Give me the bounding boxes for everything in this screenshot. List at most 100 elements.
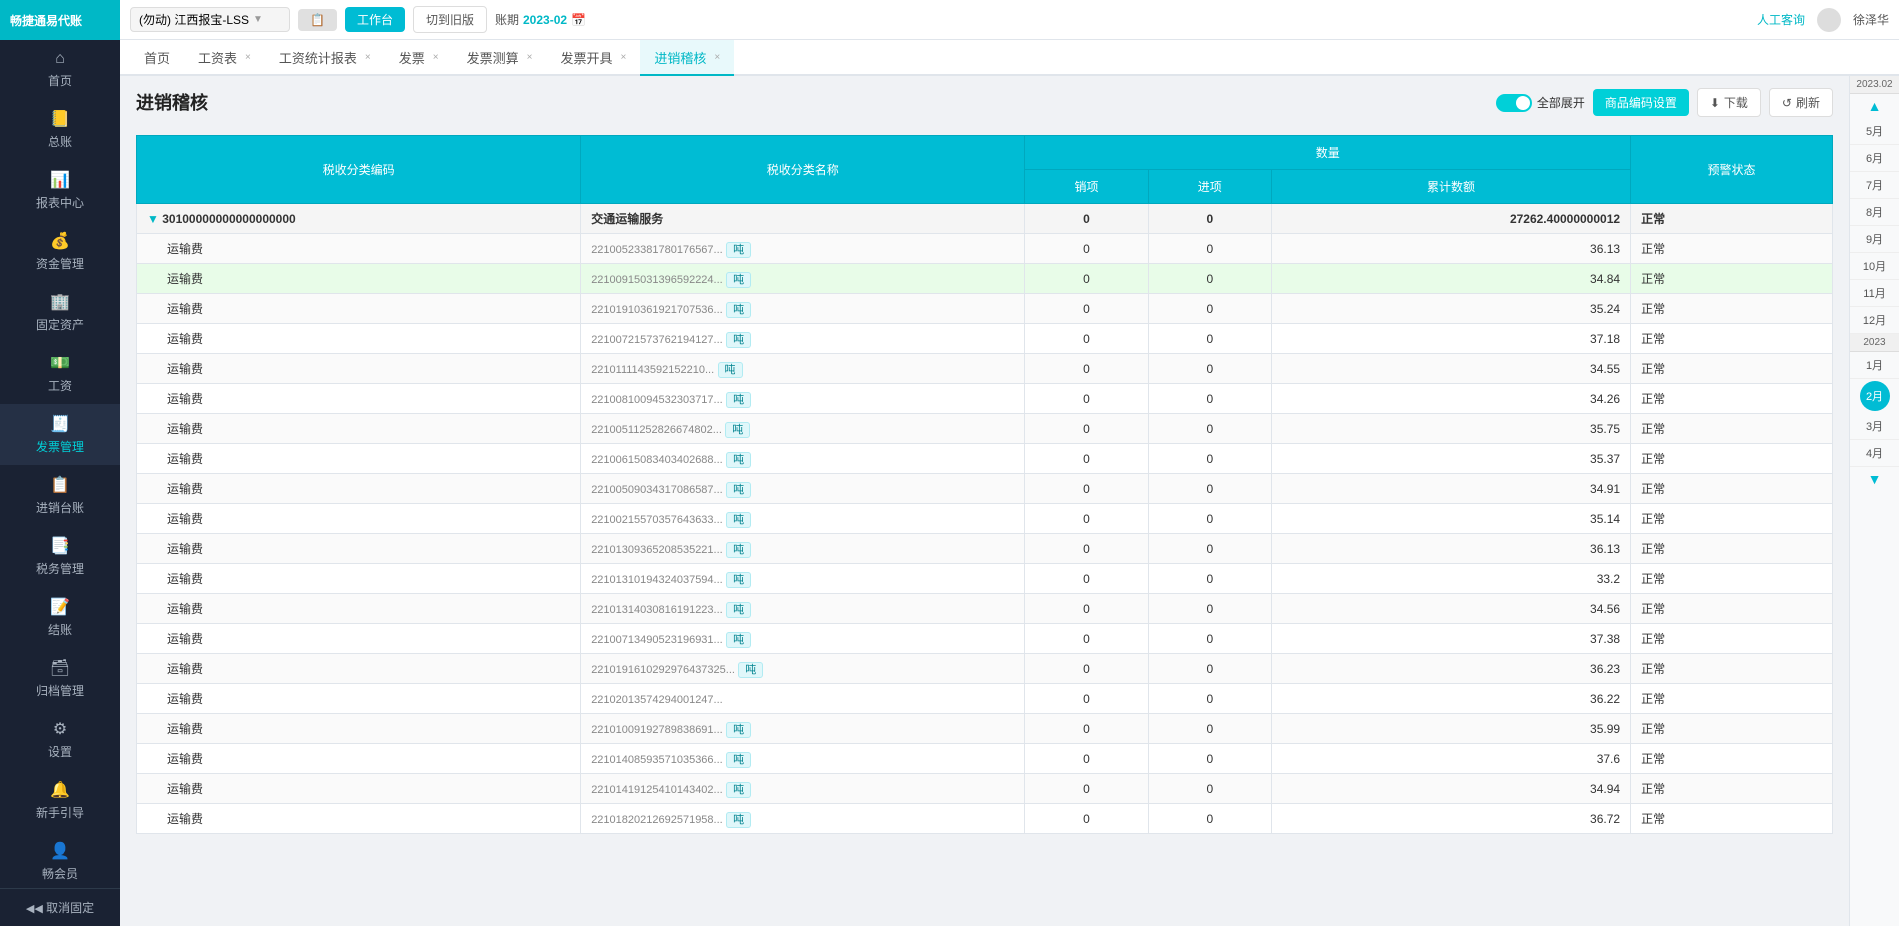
cal-month-11月[interactable]: 11月 (1850, 280, 1899, 307)
tab-0[interactable]: 首页 (130, 40, 184, 76)
tab-close-5[interactable]: × (620, 52, 626, 63)
download-button[interactable]: ⬇ 下载 (1697, 88, 1761, 117)
cal-nav-up[interactable]: ▲ (1868, 98, 1882, 114)
tag-btn[interactable]: 吨 (726, 242, 751, 258)
tab-close-1[interactable]: × (245, 52, 251, 63)
tab-close-2[interactable]: × (365, 52, 371, 63)
sidebar-item-reports[interactable]: 📊报表中心 (0, 160, 120, 221)
workbench-button[interactable]: 工作台 (345, 7, 405, 32)
sidebar-item-settings[interactable]: ⚙设置 (0, 709, 120, 770)
tab-close-6[interactable]: × (714, 52, 720, 63)
data-table: 税收分类编码 税收分类名称 数量 预警状态 销项 进项 累计数额 ▼ 30100… (136, 135, 1833, 834)
tag-btn[interactable]: 吨 (726, 452, 751, 468)
cell-name: 运输费 (137, 564, 581, 594)
toolbar: 全部展开 商品编码设置 ⬇ 下载 ↺ 刷新 (1496, 88, 1833, 117)
tag-btn[interactable]: 吨 (725, 422, 750, 438)
cal-month-9月[interactable]: 9月 (1850, 226, 1899, 253)
cell-cumulative: 36.22 (1271, 684, 1630, 714)
tab-close-4[interactable]: × (527, 52, 533, 63)
cell-purchase: 0 (1148, 474, 1271, 504)
tag-btn[interactable]: 吨 (726, 722, 751, 738)
cell-sales: 0 (1025, 534, 1148, 564)
cell-name: 运输费 (137, 444, 581, 474)
tag-btn[interactable]: 吨 (738, 662, 763, 678)
tag-btn[interactable]: 吨 (726, 602, 751, 618)
tab-6[interactable]: 进销稽核× (640, 40, 734, 76)
sidebar-item-fixed-assets[interactable]: 🏢固定资产 (0, 282, 120, 343)
cal-nav-down[interactable]: ▼ (1868, 471, 1882, 487)
sidebar-item-settlement[interactable]: 📝结账 (0, 587, 120, 648)
cell-name: 运输费 (137, 714, 581, 744)
tab-label-0: 首页 (144, 48, 170, 67)
tag-btn[interactable]: 吨 (726, 302, 751, 318)
tag-btn[interactable]: 吨 (726, 272, 751, 288)
cal-month-10月[interactable]: 10月 (1850, 253, 1899, 280)
archive-icon: 🗃 (50, 658, 70, 678)
cell-status: 正常 (1631, 774, 1833, 804)
tag-btn[interactable]: 吨 (726, 632, 751, 648)
tab-2[interactable]: 工资统计报表× (265, 40, 385, 76)
table-row: 运输费 2210131403081619122​3... 吨 0 0 34.56… (137, 594, 1833, 624)
tag-btn[interactable]: 吨 (726, 812, 751, 828)
toggle-track[interactable] (1496, 94, 1532, 112)
cell-purchase: 0 (1148, 264, 1271, 294)
refresh-button[interactable]: ↺ 刷新 (1769, 88, 1833, 117)
cell-invoice-code: 2210051125282667480​2... 吨 (581, 414, 1025, 444)
table-row: 运输费 2210140859357103536​6... 吨 0 0 37.6 … (137, 744, 1833, 774)
tab-1[interactable]: 工资表× (184, 40, 265, 76)
settings-button[interactable]: 商品编码设置 (1593, 89, 1689, 116)
sidebar-item-payroll[interactable]: 💵工资 (0, 343, 120, 404)
tag-btn[interactable]: 吨 (726, 392, 751, 408)
sidebar-item-fund[interactable]: 💰资金管理 (0, 221, 120, 282)
cal-month-2023-4月[interactable]: 4月 (1850, 440, 1899, 467)
table-row: 运输费 2210182021269257195​8... 吨 0 0 36.72… (137, 804, 1833, 834)
cell-status: 正常 (1631, 744, 1833, 774)
tab-3[interactable]: 发票× (385, 40, 453, 76)
topbar: (勿动) 江西报宝-LSS ▼ 📋 工作台 切到旧版 账期 2023-02 📅 … (120, 0, 1899, 40)
sidebar-item-tax[interactable]: 📑税务管理 (0, 526, 120, 587)
cell-status: 正常 (1631, 804, 1833, 834)
cell-sales: 0 (1025, 504, 1148, 534)
tab-5[interactable]: 发票开具× (546, 40, 640, 76)
copy-button[interactable]: 📋 (298, 9, 337, 31)
sidebar-item-sales-ledger[interactable]: 📋进销台账 (0, 465, 120, 526)
cell-cumulative: 36.13 (1271, 234, 1630, 264)
table-row: 运输费 2210050903431708658​7... 吨 0 0 34.91… (137, 474, 1833, 504)
tag-btn[interactable]: 吨 (726, 782, 751, 798)
sidebar-footer[interactable]: ◀◀ 取消固定 (0, 888, 120, 926)
cell-invoice-code: 2210130936520853522​1... 吨 (581, 534, 1025, 564)
sidebar-item-guide[interactable]: 🔔新手引导 (0, 770, 120, 831)
sidebar-item-home[interactable]: ⌂首页 (0, 40, 120, 99)
cell-status: 正常 (1631, 294, 1833, 324)
company-selector[interactable]: (勿动) 江西报宝-LSS ▼ (130, 7, 290, 32)
tag-btn[interactable]: 吨 (726, 482, 751, 498)
switch-old-button[interactable]: 切到旧版 (413, 6, 487, 33)
cal-month-2023-2月[interactable]: 2月 (1860, 381, 1890, 411)
tag-btn[interactable]: 吨 (726, 332, 751, 348)
sidebar-item-invoice[interactable]: 🧾发票管理 (0, 404, 120, 465)
cell-status: 正常 (1631, 684, 1833, 714)
user-name: 徐泽华 (1853, 11, 1889, 28)
sidebar: 畅捷通易代账 ⌂首页📒总账📊报表中心💰资金管理🏢固定资产💵工资🧾发票管理📋进销台… (0, 0, 120, 926)
cal-month-6月[interactable]: 6月 (1850, 145, 1899, 172)
tag-btn[interactable]: 吨 (726, 542, 751, 558)
cell-sales: 0 (1025, 594, 1148, 624)
tag-btn[interactable]: 吨 (718, 362, 743, 378)
cal-month-12月[interactable]: 12月 (1850, 307, 1899, 334)
calendar-icon[interactable]: 📅 (571, 13, 586, 27)
cal-month-8月[interactable]: 8月 (1850, 199, 1899, 226)
sidebar-item-archive[interactable]: 🗃归档管理 (0, 648, 120, 709)
tab-close-3[interactable]: × (433, 52, 439, 63)
support-link[interactable]: 人工客询 (1757, 11, 1805, 28)
sidebar-item-member[interactable]: 👤畅会员 (0, 831, 120, 888)
expand-all-toggle[interactable]: 全部展开 (1496, 94, 1585, 112)
tag-btn[interactable]: 吨 (726, 512, 751, 528)
cal-month-2023-1月[interactable]: 1月 (1850, 352, 1899, 379)
cal-month-5月[interactable]: 5月 (1850, 118, 1899, 145)
cal-month-2023-3月[interactable]: 3月 (1850, 413, 1899, 440)
tag-btn[interactable]: 吨 (726, 752, 751, 768)
tab-4[interactable]: 发票测算× (453, 40, 547, 76)
tag-btn[interactable]: 吨 (726, 572, 751, 588)
cal-month-7月[interactable]: 7月 (1850, 172, 1899, 199)
sidebar-item-general-ledger[interactable]: 📒总账 (0, 99, 120, 160)
